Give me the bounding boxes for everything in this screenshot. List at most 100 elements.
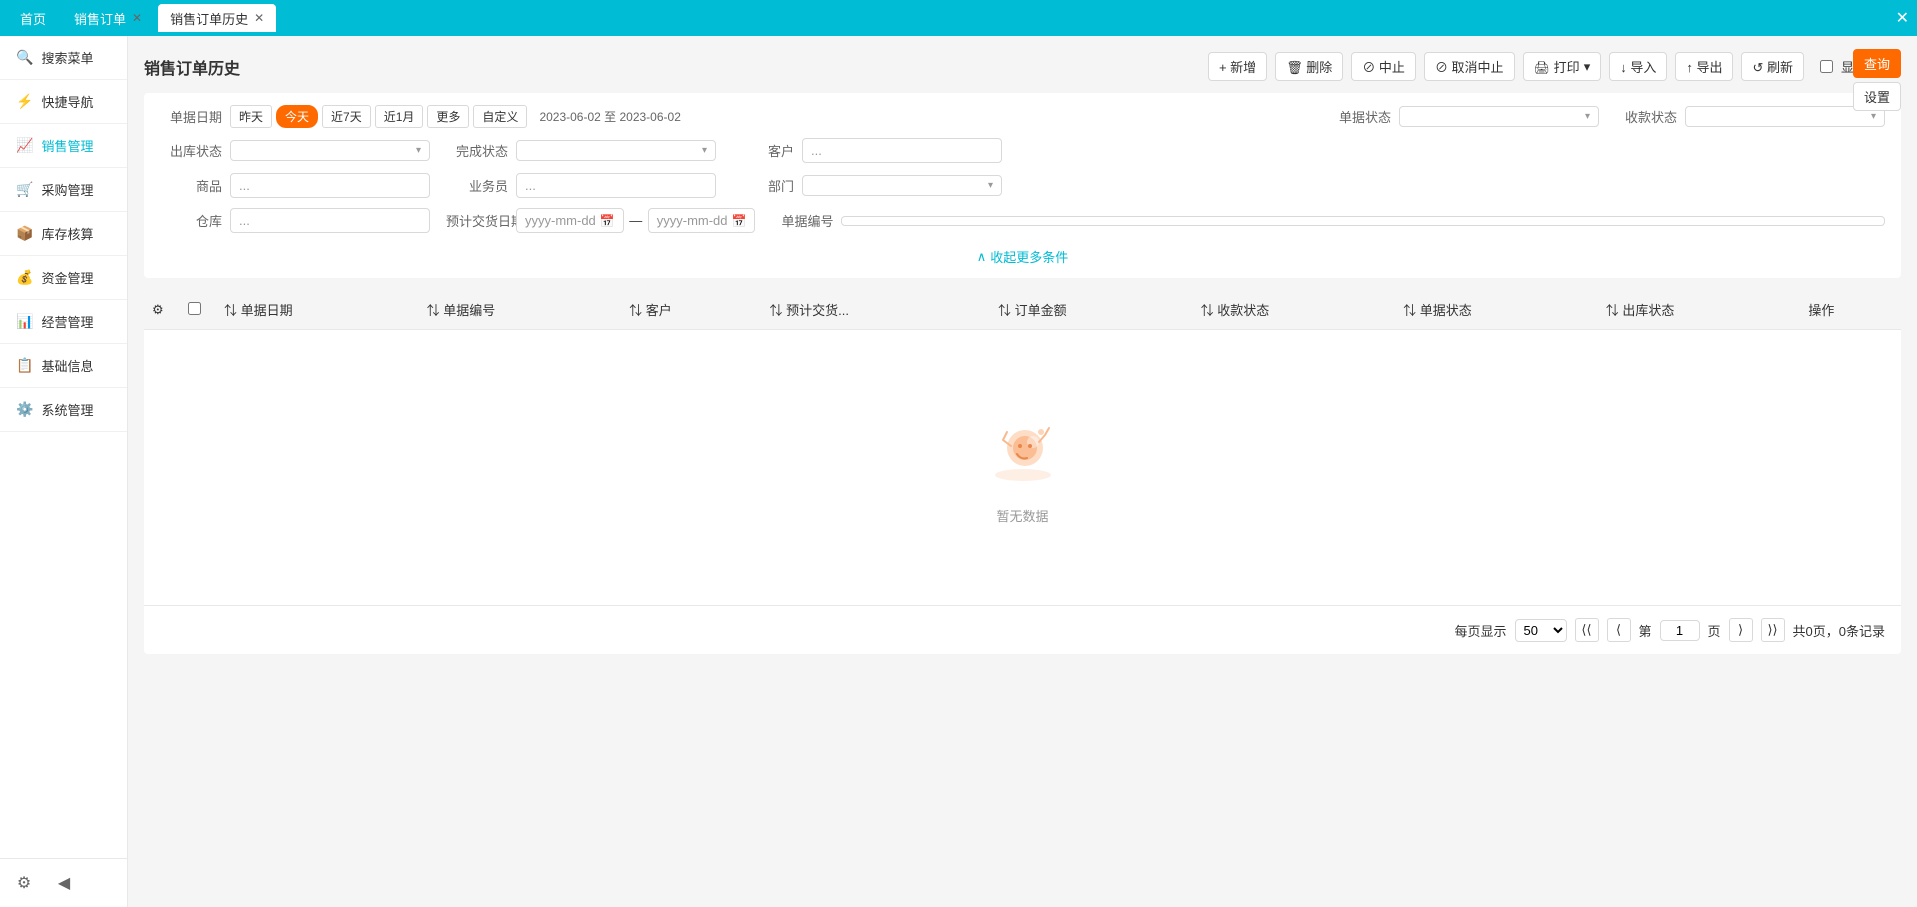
- table-header-row: ⚙ ⇅ 单据日期 ⇅ 单据编号 ⇅ 客户: [144, 290, 1901, 330]
- table-delivery-status-header[interactable]: ⇅ 出库状态: [1598, 290, 1801, 330]
- salesperson-input[interactable]: ...: [516, 173, 716, 198]
- tab-sales-order-history[interactable]: 销售订单历史 ✕: [158, 4, 276, 32]
- sidebar-item-quick-nav[interactable]: ⚡ 快捷导航: [0, 80, 127, 124]
- date-1month-btn[interactable]: 近1月: [375, 105, 424, 128]
- delivery-status-arrow: ▾: [416, 145, 421, 156]
- sidebar-item-inventory[interactable]: 📦 库存核算: [0, 212, 127, 256]
- goods-input[interactable]: ...: [230, 173, 430, 198]
- table-header: ⚙ ⇅ 单据日期 ⇅ 单据编号 ⇅ 客户: [144, 290, 1901, 330]
- department-select[interactable]: ▾: [802, 175, 1002, 196]
- select-all-checkbox[interactable]: [188, 302, 201, 315]
- tab-sales-order-close[interactable]: ✕: [132, 11, 142, 25]
- table-order-status-header[interactable]: ⇅ 单据状态: [1395, 290, 1598, 330]
- last-page-btn[interactable]: ⟩⟩: [1761, 618, 1785, 642]
- order-number-input[interactable]: [841, 216, 1885, 226]
- total-info: 共0页，0条记录: [1793, 621, 1885, 640]
- table-date-label: ⇅ 单据日期: [224, 303, 293, 318]
- table-payment-header[interactable]: ⇅ 收款状态: [1193, 290, 1396, 330]
- sidebar-item-purchase-mgmt[interactable]: 🛒 采购管理: [0, 168, 127, 212]
- table-actions-label: 操作: [1808, 303, 1834, 318]
- query-button[interactable]: 查询: [1853, 49, 1901, 78]
- table-customer-header[interactable]: ⇅ 客户: [621, 290, 761, 330]
- main-layout: 🔍 搜索菜单 ⚡ 快捷导航 📈 销售管理 🛒 采购管理 📦 库存核算 💰 资金管…: [0, 36, 1917, 907]
- sidebar-item-finance[interactable]: 💰 资金管理: [0, 256, 127, 300]
- display-toggle-checkbox[interactable]: [1820, 60, 1833, 73]
- sidebar-item-finance-label: 资金管理: [41, 268, 93, 287]
- sidebar-item-search-menu[interactable]: 🔍 搜索菜单: [0, 36, 127, 80]
- next-page-btn[interactable]: ⟩: [1729, 618, 1753, 642]
- print-button[interactable]: 🖨 打印 ▾: [1523, 52, 1602, 81]
- collapse-label: 收起更多条件: [990, 247, 1068, 266]
- export-btn-label: ↑ 导出: [1686, 57, 1722, 76]
- date-7days-btn[interactable]: 近7天: [322, 105, 371, 128]
- table-settings-icon[interactable]: ⚙: [152, 302, 164, 317]
- completion-status-select[interactable]: ▾: [516, 140, 716, 161]
- salesperson-dots: ...: [525, 178, 536, 193]
- refresh-button[interactable]: ↺ 刷新: [1741, 52, 1804, 81]
- sidebar-settings-btn[interactable]: ⚙: [8, 867, 40, 899]
- date-today-btn[interactable]: 今天: [276, 105, 318, 128]
- cancel-stop-button[interactable]: ⊘ 取消中止: [1424, 52, 1515, 81]
- purchase-mgmt-icon: 🛒: [16, 181, 33, 198]
- tab-sales-order[interactable]: 销售订单 ✕: [62, 4, 154, 32]
- sidebar-item-sales-mgmt[interactable]: 📈 销售管理: [0, 124, 127, 168]
- filter-row-date: 单据日期 昨天 今天 近7天 近1月 更多 自定义 2023-06-02 至 2…: [160, 105, 1885, 128]
- sidebar-item-basic-info[interactable]: 📋 基础信息: [0, 344, 127, 388]
- settings-button[interactable]: 设置: [1853, 82, 1901, 111]
- customer-input[interactable]: ...: [802, 138, 1002, 163]
- order-status-arrow: ▾: [1585, 111, 1590, 122]
- tab-home[interactable]: 首页: [8, 4, 58, 32]
- date-custom-btn[interactable]: 自定义: [473, 105, 527, 128]
- sales-mgmt-icon: 📈: [16, 137, 33, 154]
- delete-button[interactable]: 🗑 删除: [1275, 52, 1343, 81]
- sidebar-item-sales-mgmt-label: 销售管理: [41, 136, 93, 155]
- sidebar-item-business-mgmt-label: 经营管理: [41, 312, 93, 331]
- table-delivery-status-label: ⇅ 出库状态: [1606, 303, 1675, 318]
- filter-row-warehouse: 仓库 ... 预计交货日期 yyyy-mm-dd 📅 — yyyy-mm-dd …: [160, 208, 1885, 233]
- delivery-date-from[interactable]: yyyy-mm-dd 📅: [516, 208, 624, 233]
- table-settings-header[interactable]: ⚙: [144, 290, 180, 330]
- page-title: 销售订单历史: [144, 55, 240, 79]
- page-input[interactable]: [1660, 620, 1700, 641]
- date-label: 单据日期: [160, 107, 230, 126]
- business-mgmt-icon: 📊: [16, 313, 33, 330]
- sidebar-item-purchase-mgmt-label: 采购管理: [41, 180, 93, 199]
- empty-state: 暂无数据: [144, 330, 1901, 605]
- delivery-status-select[interactable]: ▾: [230, 140, 430, 161]
- collapse-row[interactable]: ∧ 收起更多条件: [160, 243, 1885, 266]
- date-yesterday-btn[interactable]: 昨天: [230, 105, 272, 128]
- table-date-header[interactable]: ⇅ 单据日期: [216, 290, 419, 330]
- filter-row-delivery: 出库状态 ▾ 完成状态 ▾ 客户 ...: [160, 138, 1885, 163]
- warehouse-input[interactable]: ...: [230, 208, 430, 233]
- stop-button[interactable]: ⊘ 中止: [1351, 52, 1416, 81]
- sidebar-item-search-menu-label: 搜索菜单: [41, 48, 93, 67]
- table-checkbox-header[interactable]: [180, 290, 216, 330]
- add-button[interactable]: + 新增: [1208, 52, 1267, 81]
- goods-dots: ...: [239, 178, 250, 193]
- delivery-date-to[interactable]: yyyy-mm-dd 📅: [648, 208, 756, 233]
- first-page-btn[interactable]: ⟨⟨: [1575, 618, 1599, 642]
- sidebar-item-system-mgmt[interactable]: ⚙️ 系统管理: [0, 388, 127, 432]
- table-delivery-label: ⇅ 预计交货...: [770, 303, 849, 318]
- date-more-btn[interactable]: 更多: [427, 105, 469, 128]
- order-status-select[interactable]: ▾: [1399, 106, 1599, 127]
- page-header: 销售订单历史 + 新增 🗑 删除 ⊘ 中止 ⊘ 取消中止 🖨 打印 ▾: [144, 52, 1901, 81]
- per-page-select[interactable]: 50 10 20 100: [1515, 619, 1567, 642]
- prev-page-btn[interactable]: ⟨: [1607, 618, 1631, 642]
- filter-row-goods: 商品 ... 业务员 ... 部门 ▾: [160, 173, 1885, 198]
- customer-label: 客户: [732, 141, 802, 160]
- close-window-icon[interactable]: ✕: [1896, 8, 1909, 28]
- filter-area: 单据日期 昨天 今天 近7天 近1月 更多 自定义 2023-06-02 至 2…: [144, 93, 1901, 278]
- table-orderno-header[interactable]: ⇅ 单据编号: [419, 290, 622, 330]
- table-delivery-header[interactable]: ⇅ 预计交货...: [762, 290, 991, 330]
- sidebar-collapse-btn[interactable]: ◀: [48, 867, 80, 899]
- empty-text: 暂无数据: [996, 506, 1048, 525]
- export-button[interactable]: ↑ 导出: [1675, 52, 1733, 81]
- inventory-icon: 📦: [16, 225, 33, 242]
- sidebar-bottom: ⚙ ◀: [0, 858, 127, 907]
- calendar-to-icon: 📅: [732, 214, 747, 228]
- import-button[interactable]: ↓ 导入: [1609, 52, 1667, 81]
- sidebar-item-business-mgmt[interactable]: 📊 经营管理: [0, 300, 127, 344]
- tab-sales-order-history-close[interactable]: ✕: [254, 11, 264, 25]
- table-amount-header[interactable]: ⇅ 订单金额: [990, 290, 1193, 330]
